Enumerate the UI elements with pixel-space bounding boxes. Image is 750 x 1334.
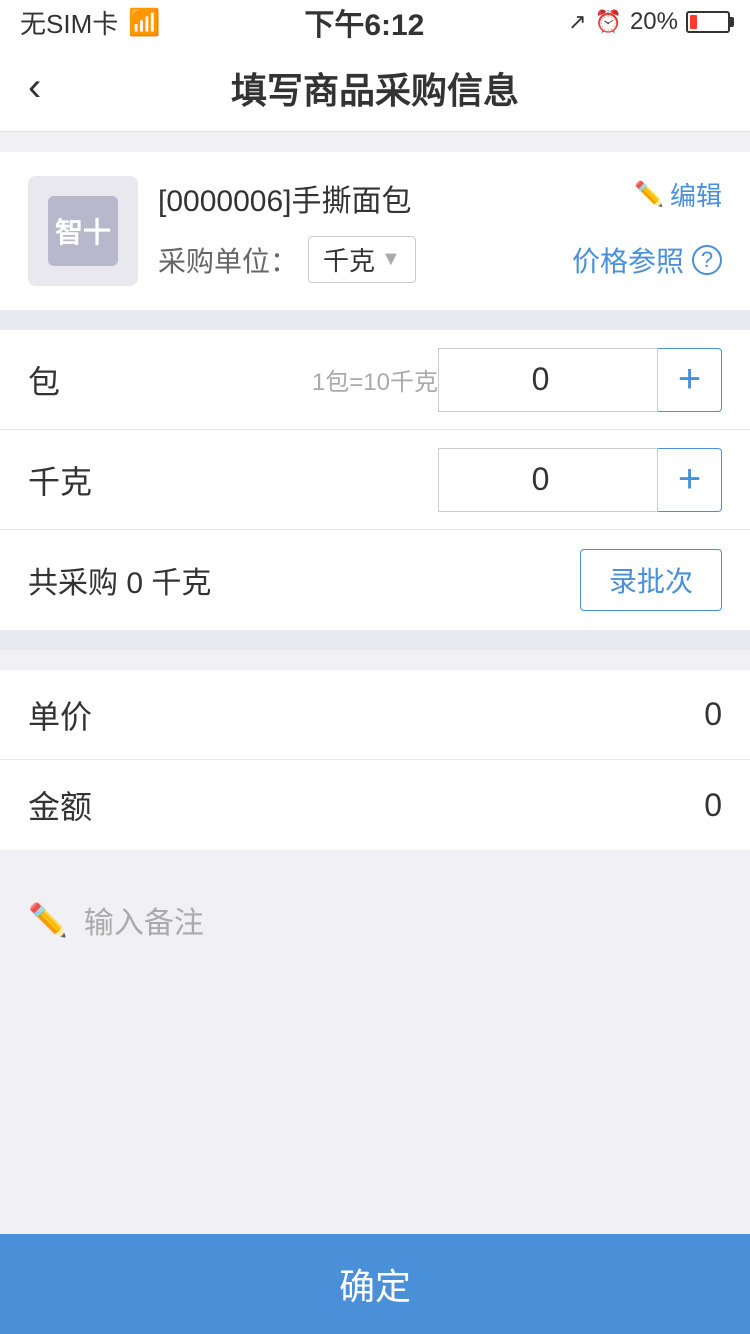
edit-label: 编辑 [670, 176, 722, 213]
price-ref-button[interactable]: 价格参照 ? [572, 240, 722, 280]
kg-qty-input[interactable] [438, 448, 658, 512]
product-thumb-text: 智十 [48, 196, 118, 266]
status-left: 无SIM卡 📶 [20, 4, 161, 41]
quantity-section: 包 1包=10千克 + 千克 + [0, 330, 750, 530]
product-card: 智十 [0000006]手撕面包 采购单位： 千克 ▼ 价格参照 ? ✏️ 编辑 [0, 152, 750, 310]
bag-sublabel: 1包=10千克 [312, 362, 438, 397]
bag-qty-control: + [438, 348, 722, 412]
summary-text: 共采购 0 千克 [28, 558, 211, 602]
chevron-down-icon: ▼ [381, 248, 401, 271]
kg-qty-control: + [438, 448, 722, 512]
content-spacer [0, 970, 750, 1170]
bag-plus-icon: + [678, 357, 701, 402]
wifi-icon: 📶 [128, 7, 160, 38]
bag-qty-input[interactable] [438, 348, 658, 412]
confirm-bar[interactable]: 确定 [0, 1234, 750, 1334]
remark-placeholder: 输入备注 [84, 898, 204, 942]
section-divider-1 [0, 310, 750, 330]
unit-price-label: 单价 [28, 692, 92, 738]
kg-label: 千克 [28, 457, 438, 503]
page-title: 填写商品采购信息 [231, 62, 519, 114]
confirm-button[interactable]: 确定 [339, 1258, 411, 1310]
remark-section[interactable]: ✏️ 输入备注 [0, 870, 750, 970]
amount-value: 0 [704, 787, 722, 824]
unit-label: 采购单位： [158, 240, 298, 280]
alarm-icon: ⏰ [595, 9, 622, 35]
battery-percent: 20% [630, 8, 678, 36]
edit-icon: ✏️ [634, 180, 664, 209]
unit-price-row: 单价 0 [0, 670, 750, 760]
edit-button[interactable]: ✏️ 编辑 [634, 176, 722, 213]
price-section: 单价 0 金额 0 [0, 670, 750, 850]
batch-button[interactable]: 录批次 [580, 549, 722, 611]
bag-plus-button[interactable]: + [658, 348, 722, 412]
carrier-label: 无SIM卡 [20, 4, 118, 41]
pencil-icon: ✏️ [28, 901, 68, 939]
unit-select[interactable]: 千克 ▼ [308, 236, 416, 283]
status-time: 下午6:12 [304, 0, 424, 44]
summary-row: 共采购 0 千克 录批次 [0, 530, 750, 630]
product-thumbnail: 智十 [28, 176, 138, 286]
unit-value: 千克 [323, 241, 375, 278]
kg-plus-icon: + [678, 457, 701, 502]
section-divider-2 [0, 630, 750, 650]
amount-row: 金额 0 [0, 760, 750, 850]
status-bar: 无SIM卡 📶 下午6:12 ↗ ⏰ 20% [0, 0, 750, 44]
amount-label: 金额 [28, 782, 92, 828]
unit-price-value: 0 [704, 696, 722, 733]
back-button[interactable]: ‹ [28, 65, 41, 110]
help-icon: ? [692, 245, 722, 275]
bag-label: 包 [28, 357, 302, 403]
price-ref-label: 价格参照 [572, 240, 684, 280]
kg-input-row: 千克 + [0, 430, 750, 530]
battery-icon [686, 11, 730, 33]
product-unit-row: 采购单位： 千克 ▼ 价格参照 ? [158, 236, 722, 283]
status-right: ↗ ⏰ 20% [568, 8, 730, 36]
nav-bar: ‹ 填写商品采购信息 [0, 44, 750, 132]
kg-plus-button[interactable]: + [658, 448, 722, 512]
bag-input-row: 包 1包=10千克 + [0, 330, 750, 430]
location-icon: ↗ [568, 9, 586, 35]
